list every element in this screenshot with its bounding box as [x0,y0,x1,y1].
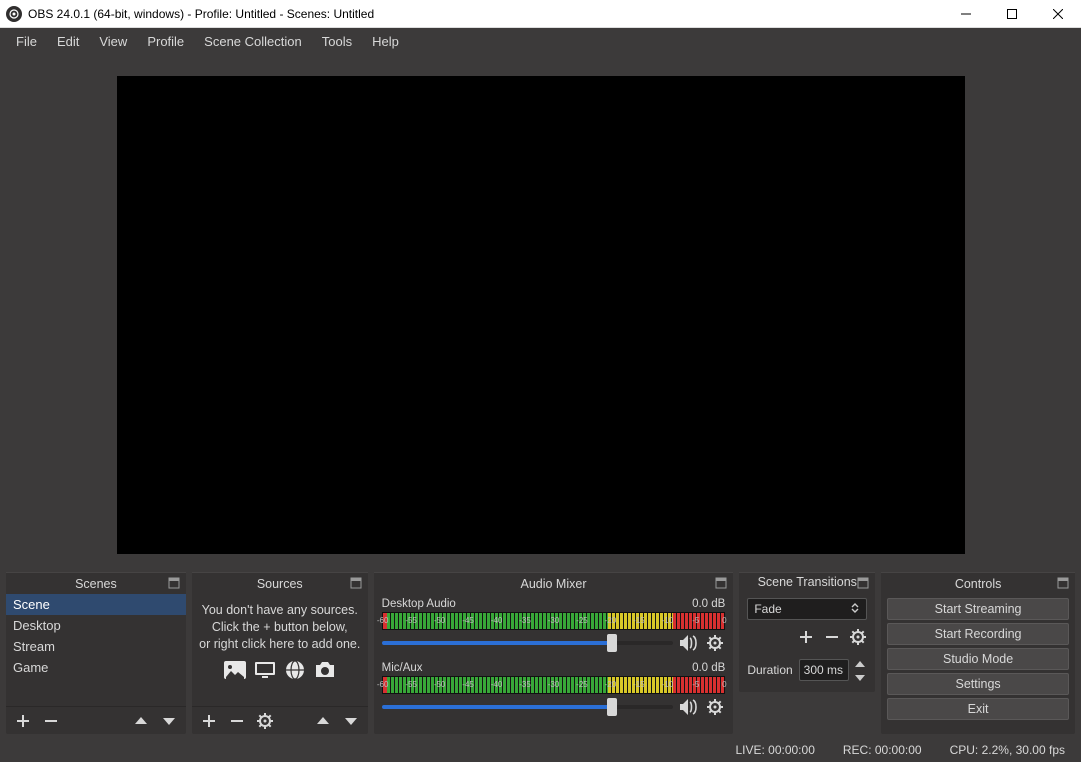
add-scene-button[interactable] [14,712,32,730]
scenes-title: Scenes [75,577,117,591]
scene-item[interactable]: Desktop [6,615,186,636]
speaker-icon[interactable] [679,697,699,717]
dock-icon[interactable] [857,577,869,589]
channel-db: 0.0 dB [692,662,725,674]
add-source-button[interactable] [200,712,218,730]
settings-button[interactable]: Settings [887,673,1069,695]
status-bar: LIVE: 00:00:00 REC: 00:00:00 CPU: 2.2%, … [0,738,1081,762]
preview-canvas[interactable] [117,76,965,554]
move-source-down-button[interactable] [342,712,360,730]
studio-mode-button[interactable]: Studio Mode [887,648,1069,670]
status-rec: REC: 00:00:00 [843,743,922,757]
controls-panel: Controls Start Streaming Start Recording S… [881,572,1075,734]
sources-empty-line: or right click here to add one. [198,636,362,653]
volume-slider[interactable] [382,641,674,645]
window-titlebar: OBS 24.0.1 (64-bit, windows) - Profile: … [0,0,1081,28]
exit-button[interactable]: Exit [887,698,1069,720]
gear-icon[interactable] [705,697,725,717]
duration-up-button[interactable] [855,656,867,670]
status-cpu: CPU: 2.2%, 30.00 fps [950,743,1065,757]
image-source-icon [223,659,247,681]
duration-value: 300 ms [804,663,845,677]
menu-edit[interactable]: Edit [47,30,89,53]
transition-select[interactable]: Fade [747,598,867,620]
sources-empty-line: Click the + button below, [198,619,362,636]
channel-name: Mic/Aux [382,662,423,674]
scenes-list[interactable]: SceneDesktopStreamGame [6,594,186,706]
move-source-up-button[interactable] [314,712,332,730]
move-scene-up-button[interactable] [132,712,150,730]
sources-toolbar [192,706,368,734]
scene-item[interactable]: Game [6,657,186,678]
remove-transition-button[interactable] [823,628,841,646]
scene-item[interactable]: Scene [6,594,186,615]
duration-down-button[interactable] [855,670,867,684]
audio-mixer-panel: Audio Mixer Desktop Audio 0.0 dB -60-55-50… [374,572,734,734]
menu-profile[interactable]: Profile [137,30,194,53]
menu-bar: FileEditViewProfileScene CollectionTools… [0,28,1081,54]
scenes-panel: Scenes SceneDesktopStreamGame [6,572,186,734]
chevron-updown-icon [850,602,860,616]
move-scene-down-button[interactable] [160,712,178,730]
start-streaming-button[interactable]: Start Streaming [887,598,1069,620]
volume-slider[interactable] [382,705,674,709]
transitions-title: Scene Transitions [758,575,857,589]
sources-list[interactable]: You don't have any sources. Click the + … [192,594,368,706]
channel-db: 0.0 dB [692,598,725,610]
browser-source-icon [283,659,307,681]
mixer-title: Audio Mixer [520,577,586,591]
audio-meter: -60-55-50-45-40-35-30-25-20-15-10-50 [382,676,726,694]
transition-settings-button[interactable] [849,628,867,646]
sources-empty-line: You don't have any sources. [198,602,362,619]
controls-title: Controls [955,577,1002,591]
add-transition-button[interactable] [797,628,815,646]
mixer-channel: Mic/Aux 0.0 dB -60-55-50-45-40-35-30-25-20… [382,662,726,718]
remove-source-button[interactable] [228,712,246,730]
mixer-channel: Desktop Audio 0.0 dB -60-55-50-45-40-35-30… [382,598,726,654]
sources-title: Sources [257,577,303,591]
duration-spinbox[interactable]: 300 ms [799,659,850,681]
menu-view[interactable]: View [89,30,137,53]
menu-tools[interactable]: Tools [312,30,362,53]
start-recording-button[interactable]: Start Recording [887,623,1069,645]
menu-scene-collection[interactable]: Scene Collection [194,30,312,53]
obs-logo-icon [6,6,22,22]
camera-source-icon [313,659,337,681]
window-title: OBS 24.0.1 (64-bit, windows) - Profile: … [28,7,943,21]
menu-help[interactable]: Help [362,30,409,53]
channel-name: Desktop Audio [382,598,456,610]
gear-icon[interactable] [705,633,725,653]
menu-file[interactable]: File [6,30,47,53]
maximize-button[interactable] [989,0,1035,27]
dock-icon[interactable] [350,577,362,589]
dock-icon[interactable] [168,577,180,589]
transitions-panel: Scene Transitions Fade Duration 300 ms [739,572,875,692]
close-button[interactable] [1035,0,1081,27]
duration-label: Duration [747,663,792,677]
preview-area [0,54,1081,572]
dock-icon[interactable] [1057,577,1069,589]
transition-current: Fade [754,602,781,616]
sources-panel: Sources You don't have any sources. Clic… [192,572,368,734]
speaker-icon[interactable] [679,633,699,653]
source-properties-button[interactable] [256,712,274,730]
dock-icon[interactable] [715,577,727,589]
audio-meter: -60-55-50-45-40-35-30-25-20-15-10-50 [382,612,726,630]
minimize-button[interactable] [943,0,989,27]
scenes-toolbar [6,706,186,734]
remove-scene-button[interactable] [42,712,60,730]
scene-item[interactable]: Stream [6,636,186,657]
status-live: LIVE: 00:00:00 [735,743,814,757]
display-source-icon [253,659,277,681]
